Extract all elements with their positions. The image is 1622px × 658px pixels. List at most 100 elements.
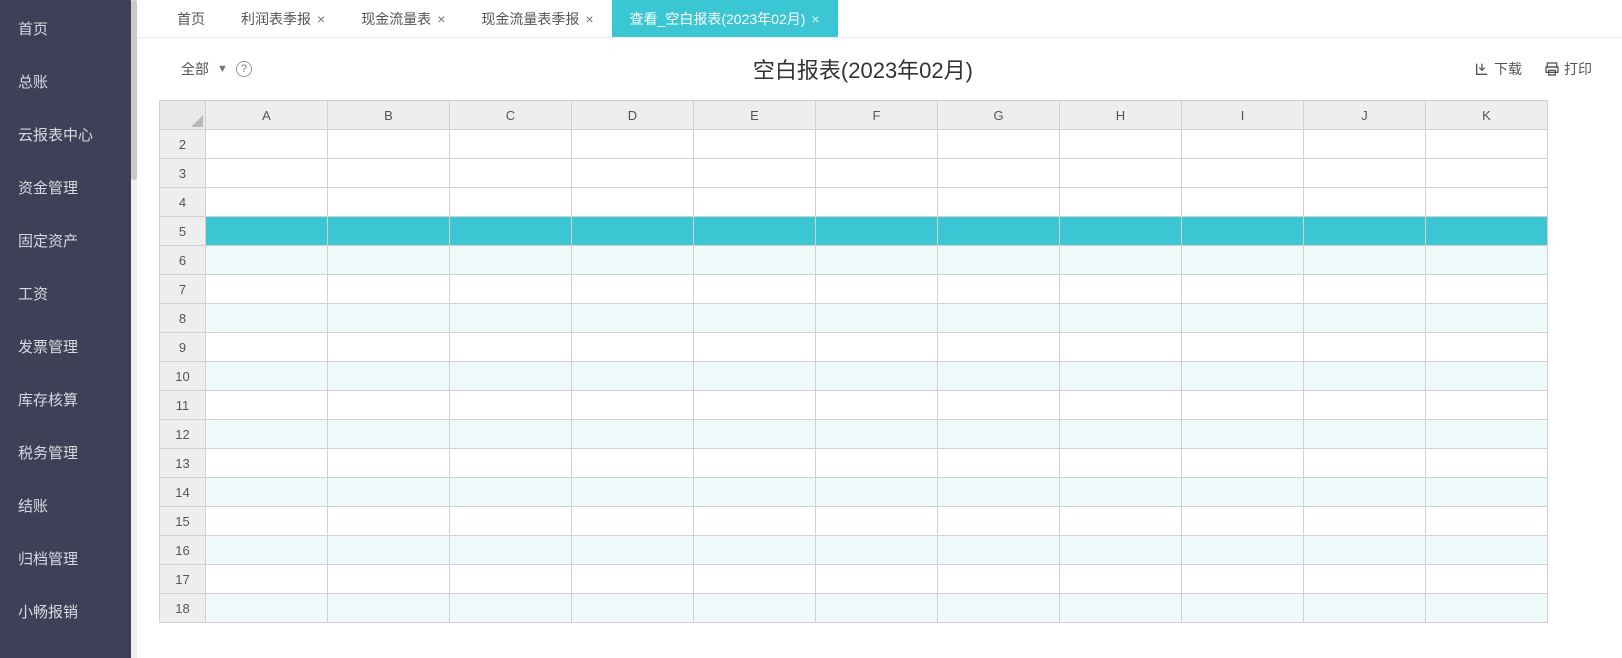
cell-C2[interactable] [450, 130, 572, 159]
cell-F15[interactable] [816, 507, 938, 536]
cell-C16[interactable] [450, 536, 572, 565]
cell-A5[interactable] [206, 217, 328, 246]
sidebar-item-6[interactable]: 发票管理 [0, 320, 131, 373]
cell-J2[interactable] [1304, 130, 1426, 159]
cell-K11[interactable] [1426, 391, 1548, 420]
tab-4[interactable]: 查看_空白报表(2023年02月)× [612, 0, 838, 37]
cell-C7[interactable] [450, 275, 572, 304]
cell-E17[interactable] [694, 565, 816, 594]
cell-K15[interactable] [1426, 507, 1548, 536]
cell-D14[interactable] [572, 478, 694, 507]
cell-F14[interactable] [816, 478, 938, 507]
cell-C11[interactable] [450, 391, 572, 420]
cell-J17[interactable] [1304, 565, 1426, 594]
close-icon[interactable]: × [811, 11, 819, 27]
row-head-5[interactable]: 5 [160, 217, 206, 246]
cell-F16[interactable] [816, 536, 938, 565]
cell-E7[interactable] [694, 275, 816, 304]
cell-I2[interactable] [1182, 130, 1304, 159]
scrollbar-thumb[interactable] [131, 0, 137, 180]
cell-E2[interactable] [694, 130, 816, 159]
cell-G8[interactable] [938, 304, 1060, 333]
cell-B16[interactable] [328, 536, 450, 565]
cell-H8[interactable] [1060, 304, 1182, 333]
cell-J7[interactable] [1304, 275, 1426, 304]
cell-H9[interactable] [1060, 333, 1182, 362]
cell-K2[interactable] [1426, 130, 1548, 159]
cell-C13[interactable] [450, 449, 572, 478]
cell-J16[interactable] [1304, 536, 1426, 565]
cell-I11[interactable] [1182, 391, 1304, 420]
col-head-F[interactable]: F [816, 101, 938, 130]
tab-2[interactable]: 现金流量表× [343, 0, 463, 37]
col-head-C[interactable]: C [450, 101, 572, 130]
tab-1[interactable]: 利润表季报× [223, 0, 343, 37]
cell-J3[interactable] [1304, 159, 1426, 188]
cell-H5[interactable] [1060, 217, 1182, 246]
row-head-6[interactable]: 6 [160, 246, 206, 275]
cell-H6[interactable] [1060, 246, 1182, 275]
cell-F17[interactable] [816, 565, 938, 594]
cell-F3[interactable] [816, 159, 938, 188]
cell-B12[interactable] [328, 420, 450, 449]
cell-C6[interactable] [450, 246, 572, 275]
col-head-I[interactable]: I [1182, 101, 1304, 130]
cell-E13[interactable] [694, 449, 816, 478]
sidebar-item-11[interactable]: 小畅报销 [0, 585, 131, 638]
cell-I15[interactable] [1182, 507, 1304, 536]
cell-I6[interactable] [1182, 246, 1304, 275]
cell-A8[interactable] [206, 304, 328, 333]
cell-G14[interactable] [938, 478, 1060, 507]
cell-B5[interactable] [328, 217, 450, 246]
cell-E15[interactable] [694, 507, 816, 536]
grid-corner[interactable] [160, 101, 206, 130]
cell-J18[interactable] [1304, 594, 1426, 623]
row-head-2[interactable]: 2 [160, 130, 206, 159]
cell-B4[interactable] [328, 188, 450, 217]
cell-D6[interactable] [572, 246, 694, 275]
cell-A14[interactable] [206, 478, 328, 507]
cell-J4[interactable] [1304, 188, 1426, 217]
cell-G9[interactable] [938, 333, 1060, 362]
cell-F11[interactable] [816, 391, 938, 420]
cell-B15[interactable] [328, 507, 450, 536]
cell-A4[interactable] [206, 188, 328, 217]
close-icon[interactable]: × [437, 11, 445, 27]
cell-A11[interactable] [206, 391, 328, 420]
cell-G12[interactable] [938, 420, 1060, 449]
cell-G18[interactable] [938, 594, 1060, 623]
cell-J9[interactable] [1304, 333, 1426, 362]
cell-A13[interactable] [206, 449, 328, 478]
cell-D9[interactable] [572, 333, 694, 362]
cell-D17[interactable] [572, 565, 694, 594]
cell-I13[interactable] [1182, 449, 1304, 478]
download-button[interactable]: 下载 [1474, 59, 1522, 79]
cell-E14[interactable] [694, 478, 816, 507]
row-head-18[interactable]: 18 [160, 594, 206, 623]
sidebar-item-9[interactable]: 结账 [0, 479, 131, 532]
grid[interactable]: ABCDEFGHIJK23456789101112131415161718 [159, 100, 1548, 623]
cell-A16[interactable] [206, 536, 328, 565]
cell-I18[interactable] [1182, 594, 1304, 623]
cell-A7[interactable] [206, 275, 328, 304]
cell-D3[interactable] [572, 159, 694, 188]
sidebar-item-0[interactable]: 首页 [0, 2, 131, 55]
tab-3[interactable]: 现金流量表季报× [463, 0, 611, 37]
cell-B7[interactable] [328, 275, 450, 304]
cell-H15[interactable] [1060, 507, 1182, 536]
sidebar-item-4[interactable]: 固定资产 [0, 214, 131, 267]
col-head-H[interactable]: H [1060, 101, 1182, 130]
cell-K6[interactable] [1426, 246, 1548, 275]
cell-E10[interactable] [694, 362, 816, 391]
cell-H16[interactable] [1060, 536, 1182, 565]
cell-A9[interactable] [206, 333, 328, 362]
cell-K8[interactable] [1426, 304, 1548, 333]
cell-J12[interactable] [1304, 420, 1426, 449]
cell-F10[interactable] [816, 362, 938, 391]
cell-B17[interactable] [328, 565, 450, 594]
cell-J8[interactable] [1304, 304, 1426, 333]
cell-D5[interactable] [572, 217, 694, 246]
cell-A15[interactable] [206, 507, 328, 536]
help-icon[interactable]: ? [236, 61, 252, 77]
cell-F2[interactable] [816, 130, 938, 159]
